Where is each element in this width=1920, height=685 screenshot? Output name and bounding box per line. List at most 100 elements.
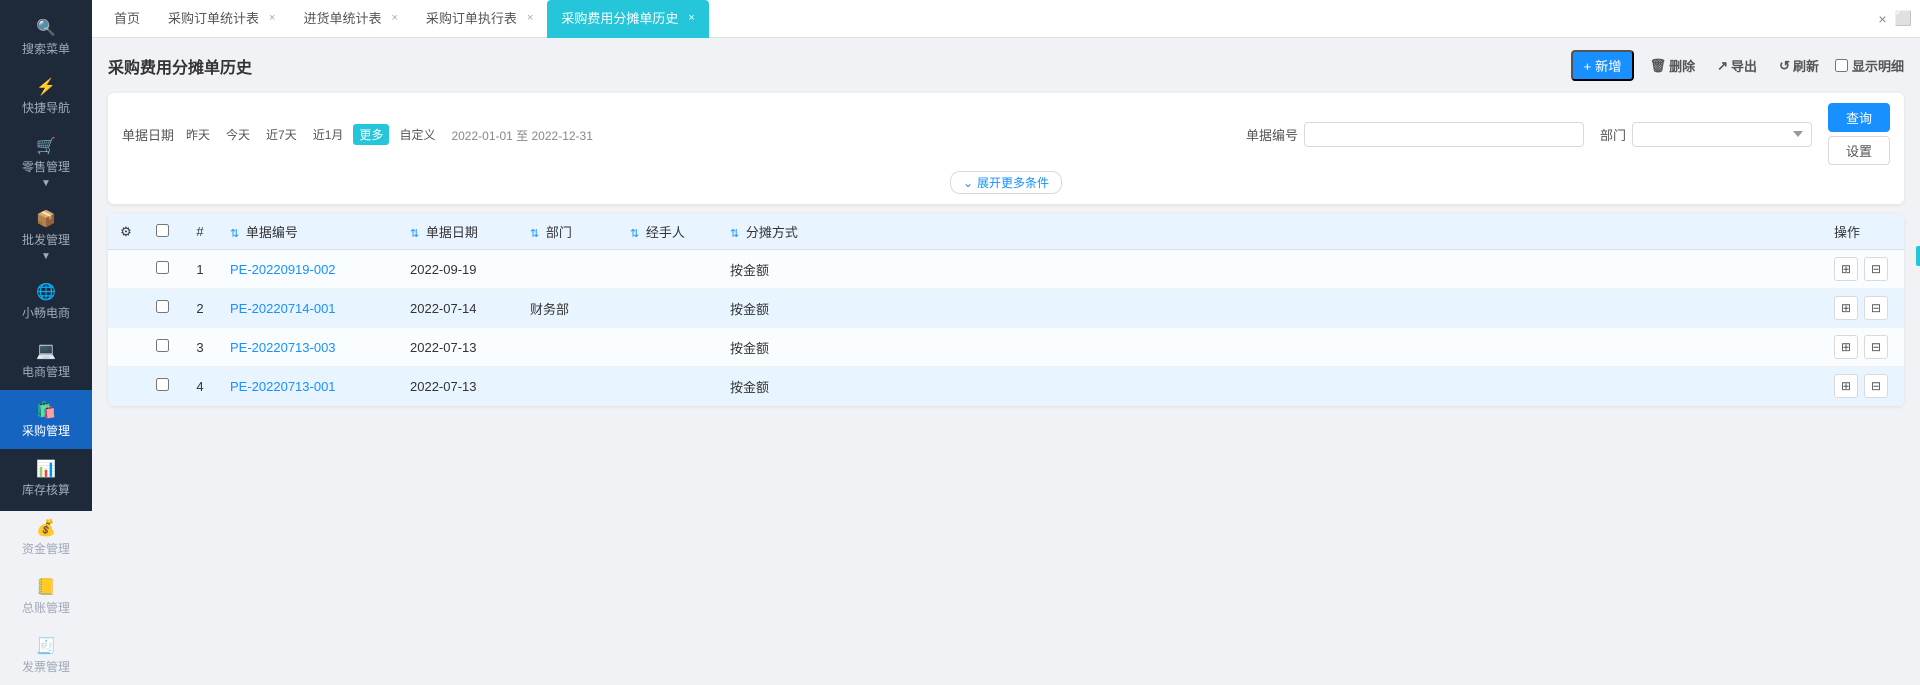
tab-purchase-goods-stat-close[interactable]: ×	[391, 12, 397, 24]
row1-doc-no-link[interactable]: PE-20220919-002	[230, 262, 336, 277]
sidebar-label-wholesale: 批发管理	[0, 231, 92, 248]
select-all-checkbox[interactable]	[156, 224, 169, 237]
table-row: 1 PE-20220919-002 2022-09-19 按金额 ⊞ ⊟	[108, 250, 1904, 289]
refresh-icon: ↺	[1779, 58, 1790, 74]
refresh-label: 刷新	[1793, 56, 1819, 75]
col-settings[interactable]: ⚙	[108, 214, 144, 250]
tab-bar: 首页 采购订单统计表 × 进货单统计表 × 采购订单执行表 × 采购费用分摊单历…	[92, 0, 1920, 38]
settings-button[interactable]: 设置	[1828, 136, 1890, 165]
row4-edit-btn[interactable]: ⊞	[1834, 374, 1858, 398]
refresh-button[interactable]: ↺ 刷新	[1773, 53, 1825, 78]
expand-down-icon: ⌄	[963, 176, 973, 190]
row4-num: 4	[180, 367, 220, 406]
sidebar-item-search-menu[interactable]: 🔍 搜索菜单	[0, 8, 92, 67]
col-dept[interactable]: ⇅ 部门	[520, 214, 620, 250]
row3-doc-no-link[interactable]: PE-20220713-003	[230, 340, 336, 355]
tab-home[interactable]: 首页	[100, 0, 154, 38]
row2-edit-btn[interactable]: ⊞	[1834, 296, 1858, 320]
date-pill-last30[interactable]: 近1月	[307, 124, 350, 145]
row3-edit-btn[interactable]: ⊞	[1834, 335, 1858, 359]
col-handler[interactable]: ⇅ 经手人	[620, 214, 720, 250]
tab-purchase-order-stat-close[interactable]: ×	[269, 12, 275, 24]
row1-settings	[108, 250, 144, 289]
row3-checkbox[interactable]	[156, 339, 169, 352]
col-date[interactable]: ⇅ 单据日期	[400, 214, 520, 250]
sidebar-item-quick-nav[interactable]: ⚡ 快捷导航	[0, 67, 92, 126]
tab-close-all-icon[interactable]: ×	[1878, 11, 1886, 27]
delete-button[interactable]: 🗑 删除	[1644, 53, 1702, 78]
row2-num: 2	[180, 289, 220, 328]
sidebar-label-invoice: 发票管理	[0, 658, 92, 675]
col-doc-no[interactable]: ⇅ 单据编号	[220, 214, 400, 250]
main-area: 首页 采购订单统计表 × 进货单统计表 × 采购订单执行表 × 采购费用分摊单历…	[92, 0, 1920, 511]
dept-search-field: 部门 财务部	[1600, 122, 1812, 147]
col-method[interactable]: ⇅ 分摊方式	[720, 214, 1824, 250]
row3-doc-no: PE-20220713-003	[220, 328, 400, 367]
export-button[interactable]: ↗ 导出	[1711, 53, 1763, 78]
date-pill-more[interactable]: 更多	[353, 124, 389, 145]
page-title-bar: 采购费用分摊单历史 + 新增 🗑 删除 ↗ 导出 ↺ 刷新 显示明细	[108, 50, 1904, 81]
doc-no-search-field: 单据编号	[1246, 122, 1584, 147]
sidebar: 🔍 搜索菜单 ⚡ 快捷导航 🛒 零售管理 ▼ 📦 批发管理 ▼ 🌐 小畅电商 💻…	[0, 0, 92, 511]
date-pill-last7[interactable]: 近7天	[260, 124, 303, 145]
search-bar: 单据日期 昨天 今天 近7天 近1月 更多 自定义 2022-01-01 至 2…	[108, 93, 1904, 204]
tab-purchase-cost-history-label: 采购费用分摊单历史	[561, 8, 678, 27]
row1-checkbox[interactable]	[156, 261, 169, 274]
row2-doc-no-link[interactable]: PE-20220714-001	[230, 301, 336, 316]
expand-button[interactable]: ⌄ 展开更多条件	[950, 171, 1062, 194]
row1-more-btn[interactable]: ⊟	[1864, 257, 1888, 281]
col-method-label: 分摊方式	[746, 225, 798, 240]
row4-handler	[620, 367, 720, 406]
doc-no-input[interactable]	[1304, 122, 1584, 147]
wholesale-expand-icon: ▼	[41, 251, 51, 262]
tab-maximize-icon[interactable]: ⬜	[1895, 10, 1912, 27]
row2-doc-no: PE-20220714-001	[220, 289, 400, 328]
sidebar-item-inventory[interactable]: 📊 库存核算	[0, 449, 92, 508]
row4-date: 2022-07-13	[400, 367, 520, 406]
sidebar-label-finance: 资金管理	[0, 540, 92, 557]
purchase-active-indicator	[1916, 246, 1920, 266]
tab-purchase-goods-stat[interactable]: 进货单统计表 ×	[289, 0, 411, 38]
sidebar-label-retail: 零售管理	[0, 158, 92, 175]
sidebar-label-ledger: 总账管理	[0, 599, 92, 616]
sidebar-item-wholesale[interactable]: 📦 批发管理 ▼	[0, 199, 92, 272]
display-toggle[interactable]: 显示明细	[1835, 56, 1904, 75]
row4-doc-no-link[interactable]: PE-20220713-001	[230, 379, 336, 394]
finance-icon: 💰	[0, 518, 92, 538]
row2-actions: ⊞ ⊟	[1834, 296, 1894, 320]
row3-ops: ⊞ ⊟	[1824, 328, 1904, 367]
mini-ecom-icon: 🌐	[0, 282, 92, 302]
date-pill-yesterday[interactable]: 昨天	[180, 124, 216, 145]
row2-more-btn[interactable]: ⊟	[1864, 296, 1888, 320]
display-toggle-label: 显示明细	[1852, 56, 1904, 75]
col-handler-sort-icon: ⇅	[630, 228, 639, 240]
display-toggle-checkbox[interactable]	[1835, 59, 1848, 72]
tab-purchase-cost-history[interactable]: 采购费用分摊单历史 ×	[547, 0, 708, 38]
sidebar-item-finance[interactable]: 💰 资金管理	[0, 508, 92, 567]
row4-checkbox[interactable]	[156, 378, 169, 391]
sidebar-item-ledger[interactable]: 📒 总账管理	[0, 567, 92, 626]
col-handler-label: 经手人	[646, 225, 685, 240]
sidebar-item-invoice[interactable]: 🧾 发票管理	[0, 626, 92, 685]
row4-method: 按金额	[720, 367, 1824, 406]
sidebar-item-retail[interactable]: 🛒 零售管理 ▼	[0, 126, 92, 199]
tab-purchase-order-exec[interactable]: 采购订单执行表 ×	[412, 0, 547, 38]
row1-edit-btn[interactable]: ⊞	[1834, 257, 1858, 281]
row2-checkbox[interactable]	[156, 300, 169, 313]
row4-more-btn[interactable]: ⊟	[1864, 374, 1888, 398]
tab-purchase-cost-history-close[interactable]: ×	[688, 12, 694, 24]
sidebar-item-purchase[interactable]: 🛍️ 采购管理	[0, 390, 92, 449]
row3-handler	[620, 328, 720, 367]
query-button[interactable]: 查询	[1828, 103, 1890, 132]
sidebar-item-mini-ecom[interactable]: 🌐 小畅电商	[0, 272, 92, 331]
dept-select[interactable]: 财务部	[1632, 122, 1812, 147]
row3-more-btn[interactable]: ⊟	[1864, 335, 1888, 359]
tab-purchase-order-stat[interactable]: 采购订单统计表 ×	[154, 0, 289, 38]
add-button[interactable]: + 新增	[1571, 50, 1633, 81]
sidebar-item-ecom[interactable]: 💻 电商管理	[0, 331, 92, 390]
tab-purchase-order-exec-close[interactable]: ×	[527, 12, 533, 24]
row1-doc-no: PE-20220919-002	[220, 250, 400, 289]
col-date-label: 单据日期	[426, 225, 478, 240]
date-pill-today[interactable]: 今天	[220, 124, 256, 145]
date-pill-custom[interactable]: 自定义	[393, 124, 441, 145]
